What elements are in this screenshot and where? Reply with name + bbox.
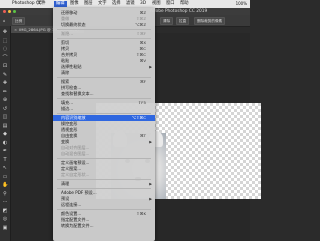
healing-icon[interactable]: ✚ <box>2 80 8 86</box>
menu-separator <box>57 209 151 210</box>
blur-icon[interactable]: ◆ <box>2 131 8 137</box>
menu-separator <box>57 113 151 114</box>
menu-item-label: 清除 <box>61 70 70 75</box>
quick-select-icon[interactable]: ⌒ <box>2 55 8 61</box>
edit-dropdown-menu: 还原移动 ⌘Z 重做 ⇧⌘Z 切换最终状态 ⌥⌘Z 渐隐... ⇧⌘F 剪切 ⌘X 拷贝 ⌘C 合并拷贝… <box>53 8 155 241</box>
edit-menu-item[interactable]: 清理 ▶ <box>53 181 155 187</box>
menu-separator <box>57 188 151 189</box>
quickmask-icon[interactable]: ◎ <box>2 216 8 222</box>
edit-menu-item[interactable]: 远程连接... <box>53 202 155 208</box>
edit-menu-item: 自动混合图层... <box>53 151 155 157</box>
menu-type[interactable]: 文字 <box>98 1 107 7</box>
menu-select[interactable]: 选择 <box>112 1 121 7</box>
menu-separator <box>57 29 151 30</box>
menu-item-shortcut: ⇧⌘F <box>136 31 146 36</box>
menu-item-label: 描边... <box>61 106 74 111</box>
system-menubar: Photoshop CC 文件 编辑 图像 图层 文字 选择 滤镜 3D 视图 … <box>0 0 250 8</box>
edit-menu-item[interactable]: 切换最终状态 ⌥⌘Z <box>53 22 155 28</box>
zoom-icon[interactable]: ⚲ <box>2 191 8 197</box>
menu-filter[interactable]: 滤镜 <box>126 1 135 7</box>
menu-item-label: 清理 <box>61 181 70 186</box>
menu-item-label: 自动混合图层... <box>61 151 90 156</box>
menu-window[interactable]: 窗口 <box>166 1 175 7</box>
menu-item-label: 远程连接... <box>61 202 82 207</box>
brush-icon[interactable]: ✏ <box>2 89 8 95</box>
submenu-arrow-icon: ▶ <box>149 182 152 186</box>
zoom-window-icon[interactable] <box>13 10 16 13</box>
eraser-icon[interactable]: ◫ <box>2 114 8 120</box>
menu-file[interactable]: 文件 <box>37 1 46 7</box>
edit-menu-item[interactable]: 转换为配置文件... <box>53 223 155 229</box>
menu-help[interactable]: 帮助 <box>180 1 189 7</box>
screenmode-icon[interactable]: ▣ <box>2 225 8 231</box>
menu-separator <box>57 38 151 39</box>
history-brush-icon[interactable]: ↺ <box>2 106 8 112</box>
shape-icon[interactable]: ▭ <box>2 174 8 180</box>
menu-item-shortcut: ⌥⌘Z <box>134 22 146 27</box>
crop-icon[interactable]: ⊡ <box>2 63 8 69</box>
edit-menu-item: 渐隐... ⇧⌘F <box>53 31 155 37</box>
menu-item-label: 切换最终状态 <box>61 22 86 27</box>
gradient-icon[interactable]: ▤ <box>2 123 8 129</box>
delete-cropped-pixels-checkbox[interactable]: 删除裁剪的像素 <box>194 17 226 25</box>
close-tab-icon[interactable]: × <box>14 27 17 32</box>
menu-item-label: 渐隐... <box>61 31 74 36</box>
hand-icon[interactable]: ✋ <box>2 182 8 188</box>
move-icon[interactable]: ✥ <box>2 29 8 35</box>
menu-image[interactable]: 图像 <box>70 1 79 7</box>
eyedropper-icon[interactable]: ✎ <box>2 72 8 78</box>
dodge-icon[interactable]: ◐ <box>2 140 8 146</box>
menu-layer[interactable]: 图层 <box>84 1 93 7</box>
minimize-window-icon[interactable] <box>8 10 11 13</box>
menu-separator <box>57 179 151 180</box>
home-icon[interactable]: ⌂ <box>3 18 5 23</box>
menu-separator <box>57 158 151 159</box>
stamp-icon[interactable]: ⊕ <box>2 97 8 103</box>
battery-status: 100% <box>235 1 247 6</box>
clear-button[interactable]: 清除 <box>160 17 174 25</box>
marquee-icon[interactable]: ⬚ <box>2 38 8 44</box>
menu-edit[interactable]: 编辑 <box>54 1 67 7</box>
menu-item-label: 定义自定形状... <box>61 172 90 177</box>
crop-ratio-select[interactable]: 比例 <box>12 17 26 25</box>
edit-menu-item[interactable]: 清除 <box>53 70 155 76</box>
menu-separator <box>57 77 151 78</box>
lasso-icon[interactable]: ◌ <box>2 46 8 52</box>
path-select-icon[interactable]: ↖ <box>2 165 8 171</box>
more-icon[interactable]: ··· <box>2 199 8 205</box>
edit-menu-item[interactable]: 查找和替换文本... <box>53 91 155 97</box>
menu-view[interactable]: 视图 <box>152 1 161 7</box>
edit-menu-item[interactable]: 描边... <box>53 106 155 112</box>
tools-panel: ✥ ⬚ ◌ ⌒ ⊡ ✎ ✚ ✏ ⊕ ↺ ◫ ▤ ◆ ◐ ✒ T ↖ ▭ ✋ ⚲ ··· ◩ ◎ ▣ <box>0 26 11 241</box>
menu-separator <box>57 98 151 99</box>
menu-item-label: 转换为配置文件... <box>61 223 94 228</box>
menu-item-label: 查找和替换文本... <box>61 91 94 96</box>
pen-icon[interactable]: ✒ <box>2 148 8 154</box>
window-title: Adobe Photoshop CC 2019 <box>150 9 208 14</box>
close-window-icon[interactable] <box>3 10 6 13</box>
edit-menu-item: 定义自定形状... <box>53 172 155 178</box>
type-icon[interactable]: T <box>2 157 8 163</box>
straighten-button[interactable]: 拉直 <box>176 17 190 25</box>
colors-icon[interactable]: ◩ <box>2 208 8 214</box>
menu-3d[interactable]: 3D <box>140 1 146 7</box>
